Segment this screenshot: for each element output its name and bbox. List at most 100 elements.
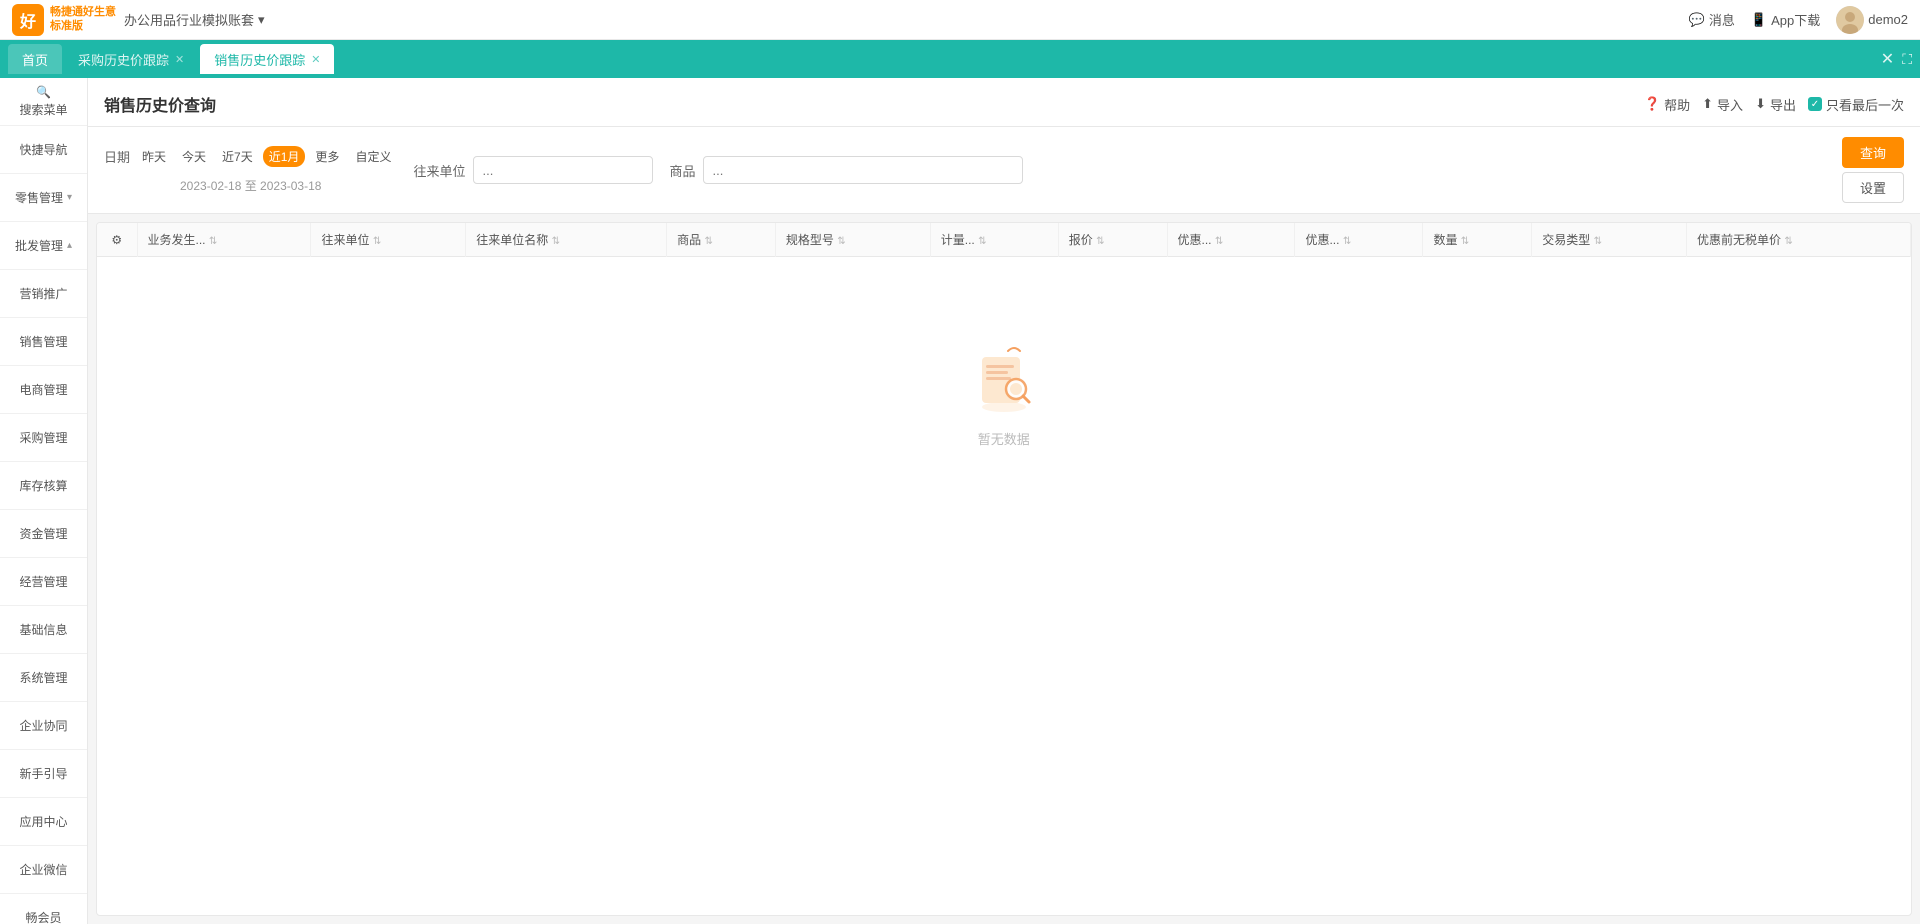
import-icon: ⬆ bbox=[1702, 96, 1713, 112]
export-icon: ⬇ bbox=[1755, 96, 1766, 112]
partner-filter-group: 往来单位 ... bbox=[413, 156, 653, 184]
maximize-icon[interactable]: ⛶ bbox=[1902, 51, 1912, 68]
content-area: 销售历史价查询 ❓ 帮助 ⬆ 导入 ⬇ 导出 ✓ 只看最后一次 bbox=[88, 78, 1920, 924]
mobile-icon: 📱 bbox=[1751, 12, 1767, 28]
sidebar-item-app-center[interactable]: 应用中心 bbox=[0, 798, 87, 846]
only-last-checkbox[interactable]: ✓ 只看最后一次 bbox=[1808, 95, 1904, 114]
sort-icon[interactable]: ⇅ bbox=[209, 236, 217, 247]
date-filter-group: 日期 昨天 今天 近7天 近1月 更多 自定义 2023-02-18 至 202… bbox=[104, 146, 397, 194]
th-goods[interactable]: 商品 ⇅ bbox=[667, 223, 776, 257]
partner-input[interactable] bbox=[473, 156, 653, 184]
empty-icon bbox=[964, 337, 1044, 417]
tab-sales[interactable]: 销售历史价跟踪 ✕ bbox=[200, 44, 334, 74]
th-pretax-price[interactable]: 优惠前无税单价 ⇅ bbox=[1687, 223, 1911, 257]
sidebar-item-wholesale[interactable]: 批发管理 ▴ bbox=[0, 222, 87, 270]
sort-icon[interactable]: ⇅ bbox=[1096, 236, 1104, 247]
table-area: ⚙ 业务发生... ⇅ 往来单位 ⇅ 往来单位名称 ⇅ bbox=[96, 222, 1912, 916]
topbar: 好 畅捷通好生意 标准版 办公用品行业模拟账套 ▾ 💬 消息 📱 App下载 d… bbox=[0, 0, 1920, 40]
th-unit[interactable]: 计量... ⇅ bbox=[930, 223, 1058, 257]
th-partner-name[interactable]: 往来单位名称 ⇅ bbox=[466, 223, 667, 257]
filter-bar: 日期 昨天 今天 近7天 近1月 更多 自定义 2023-02-18 至 202… bbox=[88, 127, 1920, 214]
empty-state: 暂无数据 bbox=[97, 257, 1911, 528]
sidebar-item-vip[interactable]: 畅会员 bbox=[0, 894, 87, 924]
close-all-icon[interactable]: ✕ bbox=[1881, 49, 1894, 69]
user-profile[interactable]: demo2 bbox=[1836, 6, 1908, 34]
tabbar: 首页 采购历史价跟踪 ✕ 销售历史价跟踪 ✕ ✕ ⛶ bbox=[0, 40, 1920, 78]
chevron-down-icon: ▾ bbox=[258, 12, 265, 28]
sidebar-item-operation[interactable]: 经营管理 bbox=[0, 558, 87, 606]
sort-icon[interactable]: ⇅ bbox=[837, 236, 845, 247]
date-shortcuts: 昨天 今天 近7天 近1月 更多 自定义 bbox=[136, 146, 397, 167]
sidebar-item-search[interactable]: 🔍 搜索菜单 bbox=[0, 78, 87, 126]
table-body: 暂无数据 bbox=[97, 257, 1911, 529]
th-quote[interactable]: 报价 ⇅ bbox=[1058, 223, 1167, 257]
sidebar-item-system[interactable]: 系统管理 bbox=[0, 654, 87, 702]
app-download-item[interactable]: 📱 App下载 bbox=[1751, 10, 1820, 29]
settings-button[interactable]: 设置 bbox=[1842, 172, 1904, 203]
goods-label: 商品 bbox=[669, 161, 695, 180]
th-settings[interactable]: ⚙ bbox=[97, 223, 137, 257]
th-trade-type[interactable]: 交易类型 ⇅ bbox=[1532, 223, 1687, 257]
tab-purchase-close[interactable]: ✕ bbox=[175, 53, 184, 66]
sidebar-item-finance[interactable]: 资金管理 bbox=[0, 510, 87, 558]
sidebar-item-purchase-mgmt[interactable]: 采购管理 bbox=[0, 414, 87, 462]
topbar-left: 好 畅捷通好生意 标准版 办公用品行业模拟账套 ▾ bbox=[12, 4, 265, 36]
sort-icon[interactable]: ⇅ bbox=[552, 236, 560, 247]
th-discount1[interactable]: 优惠... ⇅ bbox=[1167, 223, 1295, 257]
sort-icon[interactable]: ⇅ bbox=[1461, 236, 1469, 247]
sidebar-item-quick-nav[interactable]: 快捷导航 bbox=[0, 126, 87, 174]
sidebar-item-inventory[interactable]: 库存核算 bbox=[0, 462, 87, 510]
page-header: 销售历史价查询 ❓ 帮助 ⬆ 导入 ⬇ 导出 ✓ 只看最后一次 bbox=[88, 78, 1920, 127]
help-button[interactable]: ❓ 帮助 bbox=[1644, 95, 1690, 114]
data-table: ⚙ 业务发生... ⇅ 往来单位 ⇅ 往来单位名称 ⇅ bbox=[97, 223, 1911, 528]
goods-filter-group: 商品 ... bbox=[669, 156, 1023, 184]
table-header: ⚙ 业务发生... ⇅ 往来单位 ⇅ 往来单位名称 ⇅ bbox=[97, 223, 1911, 257]
tab-purchase[interactable]: 采购历史价跟踪 ✕ bbox=[64, 44, 198, 74]
date-btn-custom[interactable]: 自定义 bbox=[349, 146, 397, 167]
date-btn-more[interactable]: 更多 bbox=[309, 146, 345, 167]
date-btn-yesterday[interactable]: 昨天 bbox=[136, 146, 172, 167]
date-range: 2023-02-18 至 2023-03-18 bbox=[180, 177, 321, 194]
main-layout: 🔍 搜索菜单 快捷导航 零售管理 ▾ 批发管理 ▴ 营销推广 销售管理 电商管理… bbox=[0, 78, 1920, 924]
sidebar-item-guide[interactable]: 新手引导 bbox=[0, 750, 87, 798]
date-btn-today[interactable]: 今天 bbox=[176, 146, 212, 167]
sidebar-item-basic-info[interactable]: 基础信息 bbox=[0, 606, 87, 654]
header-actions: ❓ 帮助 ⬆ 导入 ⬇ 导出 ✓ 只看最后一次 bbox=[1644, 95, 1904, 114]
sidebar-item-marketing[interactable]: 营销推广 bbox=[0, 270, 87, 318]
sidebar-item-retail[interactable]: 零售管理 ▾ bbox=[0, 174, 87, 222]
tab-home[interactable]: 首页 bbox=[8, 44, 62, 74]
partner-label: 往来单位 bbox=[413, 161, 465, 180]
date-btn-7days[interactable]: 近7天 bbox=[216, 146, 259, 167]
sidebar-item-corp-wechat[interactable]: 企业微信 bbox=[0, 846, 87, 894]
sort-icon[interactable]: ⇅ bbox=[1784, 236, 1792, 247]
th-partner-code[interactable]: 往来单位 ⇅ bbox=[311, 223, 466, 257]
date-btn-1month[interactable]: 近1月 bbox=[263, 146, 306, 167]
sort-icon[interactable]: ⇅ bbox=[978, 236, 986, 247]
sort-icon[interactable]: ⇅ bbox=[1215, 236, 1223, 247]
th-spec[interactable]: 规格型号 ⇅ bbox=[775, 223, 930, 257]
sort-icon[interactable]: ⇅ bbox=[1594, 236, 1602, 247]
app-selector[interactable]: 办公用品行业模拟账套 ▾ bbox=[124, 10, 265, 29]
th-quantity[interactable]: 数量 ⇅ bbox=[1423, 223, 1532, 257]
empty-text: 暂无数据 bbox=[978, 429, 1030, 448]
goods-input[interactable] bbox=[703, 156, 1023, 184]
sidebar-item-ecommerce[interactable]: 电商管理 bbox=[0, 366, 87, 414]
query-button[interactable]: 查询 bbox=[1842, 137, 1904, 168]
th-discount2[interactable]: 优惠... ⇅ bbox=[1295, 223, 1423, 257]
import-button[interactable]: ⬆ 导入 bbox=[1702, 95, 1743, 114]
chevron-down-icon: ▾ bbox=[67, 192, 72, 203]
message-item[interactable]: 💬 消息 bbox=[1689, 10, 1735, 29]
sidebar-item-sales-mgmt[interactable]: 销售管理 bbox=[0, 318, 87, 366]
help-icon: ❓ bbox=[1644, 96, 1660, 112]
sort-icon[interactable]: ⇅ bbox=[373, 236, 381, 247]
th-biz-date[interactable]: 业务发生... ⇅ bbox=[137, 223, 311, 257]
checkbox-icon: ✓ bbox=[1808, 97, 1822, 111]
export-button[interactable]: ⬇ 导出 bbox=[1755, 95, 1796, 114]
sidebar-item-enterprise[interactable]: 企业协同 bbox=[0, 702, 87, 750]
sort-icon[interactable]: ⇅ bbox=[1343, 236, 1351, 247]
logo-text: 畅捷通好生意 标准版 bbox=[50, 6, 116, 32]
search-icon: 🔍 bbox=[36, 85, 51, 99]
sort-icon[interactable]: ⇅ bbox=[704, 236, 712, 247]
tab-sales-close[interactable]: ✕ bbox=[311, 53, 320, 66]
query-settings-group: 查询 设置 bbox=[1842, 137, 1904, 203]
